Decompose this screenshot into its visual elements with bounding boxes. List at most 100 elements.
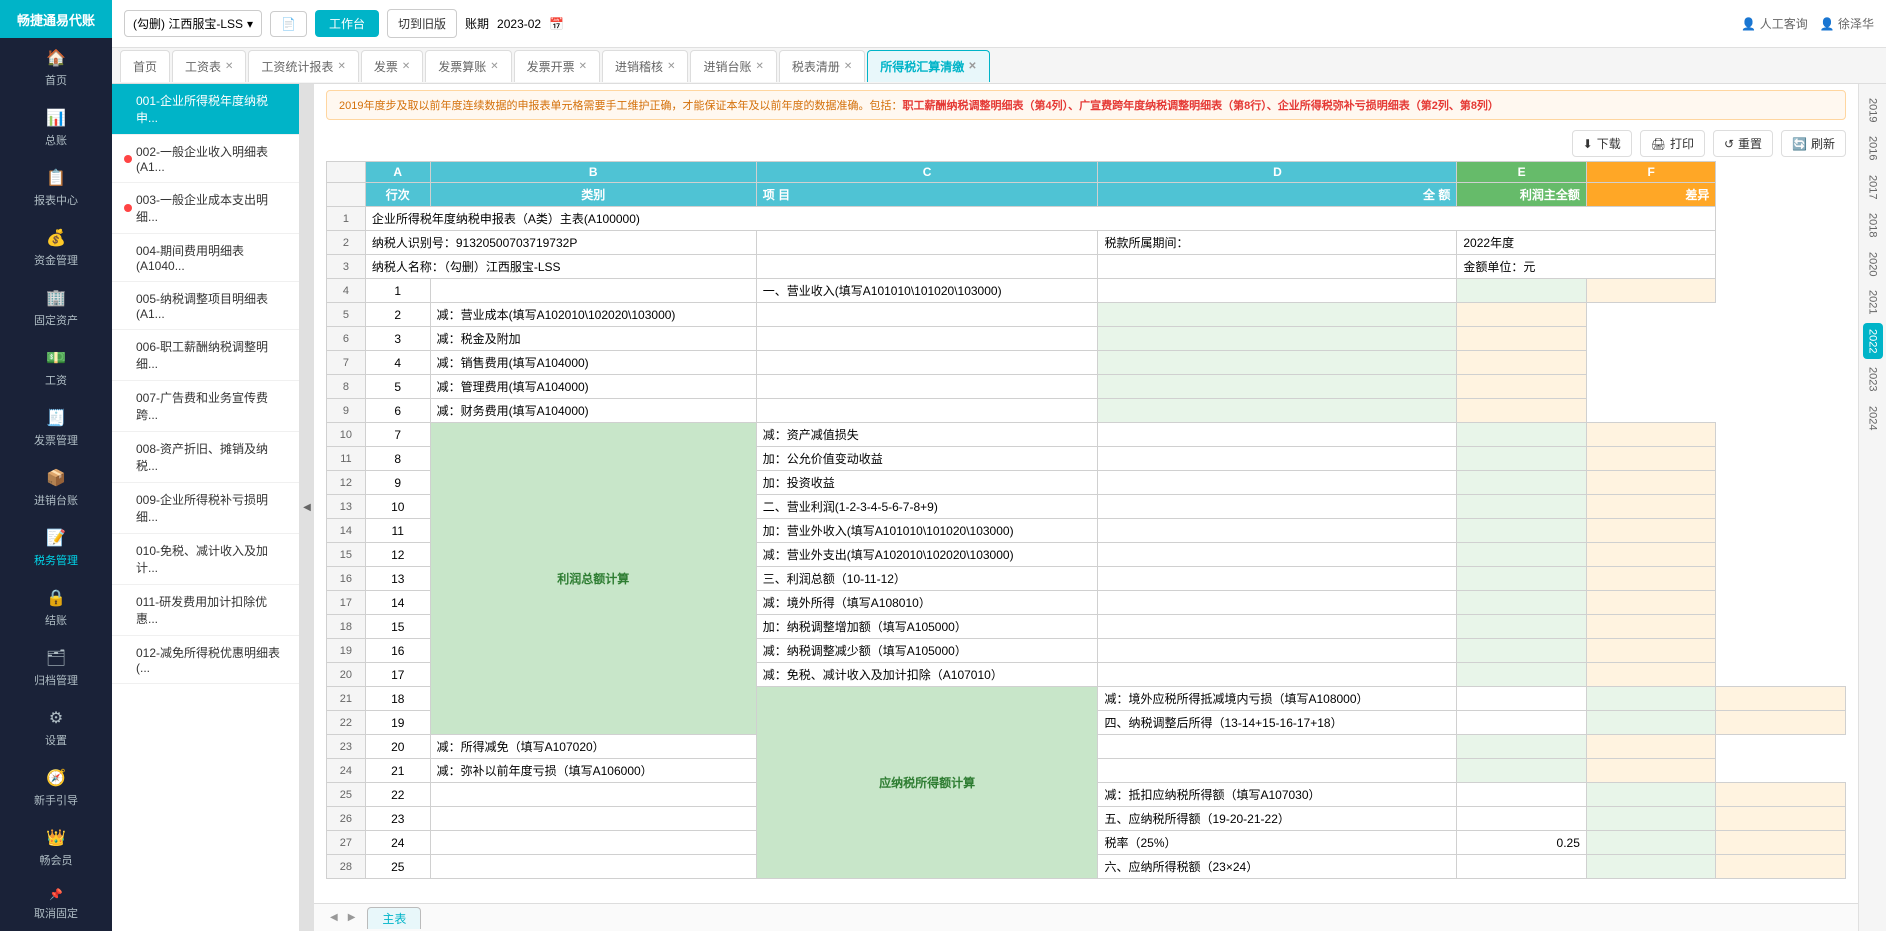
left-panel-item-004[interactable]: 004-期间费用明细表(A1040... [112,234,299,282]
row-profit-amount[interactable] [1098,303,1457,327]
refresh-button[interactable]: 🔄刷新 [1781,130,1846,157]
row-amount[interactable] [1098,423,1457,447]
row-amount[interactable] [1098,735,1457,759]
row-diff[interactable] [1457,327,1587,351]
row-item[interactable]: 减：营业外支出(填写A102010\102020\103000) [756,543,1098,567]
tab-close-icon[interactable]: ✕ [667,61,675,72]
row-diff[interactable] [1586,543,1716,567]
tab-close-icon[interactable]: ✕ [337,61,345,72]
row-profit-amount[interactable] [1457,543,1587,567]
row-amount[interactable] [1098,495,1457,519]
tab-close-icon[interactable]: ✕ [579,61,587,72]
row-item[interactable]: 加：投资收益 [756,471,1098,495]
calendar-icon[interactable]: 📅 [549,17,564,31]
row-item[interactable]: 减：销售费用(填写A104000) [430,351,756,375]
row-amount[interactable] [1098,519,1457,543]
tab-invoice-tab[interactable]: 发票✕ [361,50,423,82]
row-diff[interactable] [1586,519,1716,543]
row-diff[interactable] [1586,447,1716,471]
row-profit-amount[interactable] [1457,471,1587,495]
row-diff[interactable] [1716,831,1846,855]
left-panel-item-011[interactable]: 011-研发费用加计扣除优惠... [112,585,299,636]
row-profit-amount[interactable] [1457,639,1587,663]
row-item[interactable]: 税率（25%） [1098,831,1457,855]
sidebar-item-sales[interactable]: 📦进销台账 [0,458,112,518]
row-profit-amount[interactable] [1586,783,1716,807]
tab-payroll[interactable]: 工资表✕ [172,50,246,82]
row-item[interactable]: 减：境外应税所得抵减境内亏损（填写A108000） [1098,687,1457,711]
year-item-2018[interactable]: 2018 [1863,207,1883,243]
row-diff[interactable] [1586,759,1716,783]
sidebar-item-archive[interactable]: 🗂归档管理 [0,638,112,698]
row-amount[interactable] [1098,663,1457,687]
tab-payroll-stats[interactable]: 工资统计报表✕ [248,50,358,82]
sidebar-item-reports[interactable]: 📋报表中心 [0,158,112,218]
row-amount[interactable] [1098,591,1457,615]
reset-button[interactable]: ↺重置 [1713,130,1773,157]
left-panel-item-010[interactable]: 010-免税、减计收入及加计... [112,534,299,585]
sheet-tab-main[interactable]: 主表 [367,907,421,929]
row-profit-amount[interactable] [1586,687,1716,711]
row-diff[interactable] [1457,303,1587,327]
row-diff[interactable] [1457,375,1587,399]
tab-close-icon[interactable]: ✕ [225,61,233,72]
row-profit-amount[interactable] [1457,447,1587,471]
row-item[interactable]: 减：纳税调整减少额（填写A105000） [756,639,1098,663]
row-diff[interactable] [1586,639,1716,663]
tab-invoice-open[interactable]: 发票开票✕ [514,50,600,82]
year-item-2022[interactable]: 2022 [1863,323,1883,359]
row-diff[interactable] [1586,663,1716,687]
row-profit-amount[interactable] [1586,831,1716,855]
row-profit-amount[interactable] [1586,711,1716,735]
sidebar-item-invoice[interactable]: 🧾发票管理 [0,398,112,458]
service-link[interactable]: 👤 人工客询 [1741,15,1807,32]
row-diff[interactable] [1586,591,1716,615]
row-profit-amount[interactable] [1457,615,1587,639]
year-item-2023[interactable]: 2023 [1863,361,1883,397]
company-selector[interactable]: (勾删) 江西服宝-LSS ▾ [124,10,262,37]
sidebar-item-home[interactable]: 🏠首页 [0,38,112,98]
sidebar-item-member[interactable]: 👑畅会员 [0,818,112,878]
row-item[interactable]: 减：境外所得（填写A108010） [756,591,1098,615]
year-item-2016[interactable]: 2016 [1863,130,1883,166]
row-amount[interactable] [1098,471,1457,495]
row-profit-amount[interactable] [1586,855,1716,879]
pin-toggle[interactable]: 📌 取消固定 [0,878,112,931]
row-profit-amount[interactable] [1457,423,1587,447]
row-profit-amount[interactable] [1586,807,1716,831]
sidebar-item-fixed[interactable]: 🏢固定资产 [0,278,112,338]
left-panel-item-009[interactable]: 009-企业所得税补亏损明细... [112,483,299,534]
tab-tax-summary[interactable]: 税表清册✕ [779,50,865,82]
row-item[interactable]: 减：弥补以前年度亏损（填写A106000） [430,759,756,783]
row-item[interactable]: 三、利润总额（10-11-12） [756,567,1098,591]
row-item[interactable]: 加：公允价值变动收益 [756,447,1098,471]
row-item[interactable]: 加：营业外收入(填写A101010\101020\103000) [756,519,1098,543]
row-diff[interactable] [1716,807,1846,831]
print-button[interactable]: 🖨打印 [1640,130,1705,157]
row-amount[interactable] [1098,567,1457,591]
left-panel-item-012[interactable]: 012-减免所得税优惠明细表(... [112,636,299,684]
row-amount[interactable] [1457,687,1587,711]
row-amount[interactable] [1457,807,1587,831]
row-item[interactable]: 加：纳税调整增加额（填写A105000） [756,615,1098,639]
row-diff[interactable] [1716,711,1846,735]
tab-close-icon[interactable]: ✕ [402,61,410,72]
table-area[interactable]: A B C D E F 行次 类别 项 目 全 额 利润主全额 差异 1企业所得… [314,161,1858,903]
row-amount[interactable] [1457,855,1587,879]
row-profit-amount[interactable] [1457,663,1587,687]
row-profit-amount[interactable] [1457,495,1587,519]
sidebar-item-close[interactable]: 🔒结账 [0,578,112,638]
row-amount[interactable] [756,303,1098,327]
row-item[interactable]: 减：管理费用(填写A104000) [430,375,756,399]
tab-invoice-calc[interactable]: 发票算账✕ [425,50,511,82]
row-amount[interactable] [1098,279,1457,303]
row-item[interactable]: 减：免税、减计收入及加计扣除（A107010） [756,663,1098,687]
sidebar-item-payroll[interactable]: 💵工资 [0,338,112,398]
left-panel-item-005[interactable]: 005-纳税调整项目明细表(A1... [112,282,299,330]
row-profit-amount[interactable] [1098,399,1457,423]
row-diff[interactable] [1586,735,1716,759]
workbench-button[interactable]: 工作台 [315,10,379,37]
sheet-nav-right[interactable]: ▶ [344,910,360,925]
row-diff[interactable] [1457,351,1587,375]
row-item[interactable]: 减：资产减值损失 [756,423,1098,447]
